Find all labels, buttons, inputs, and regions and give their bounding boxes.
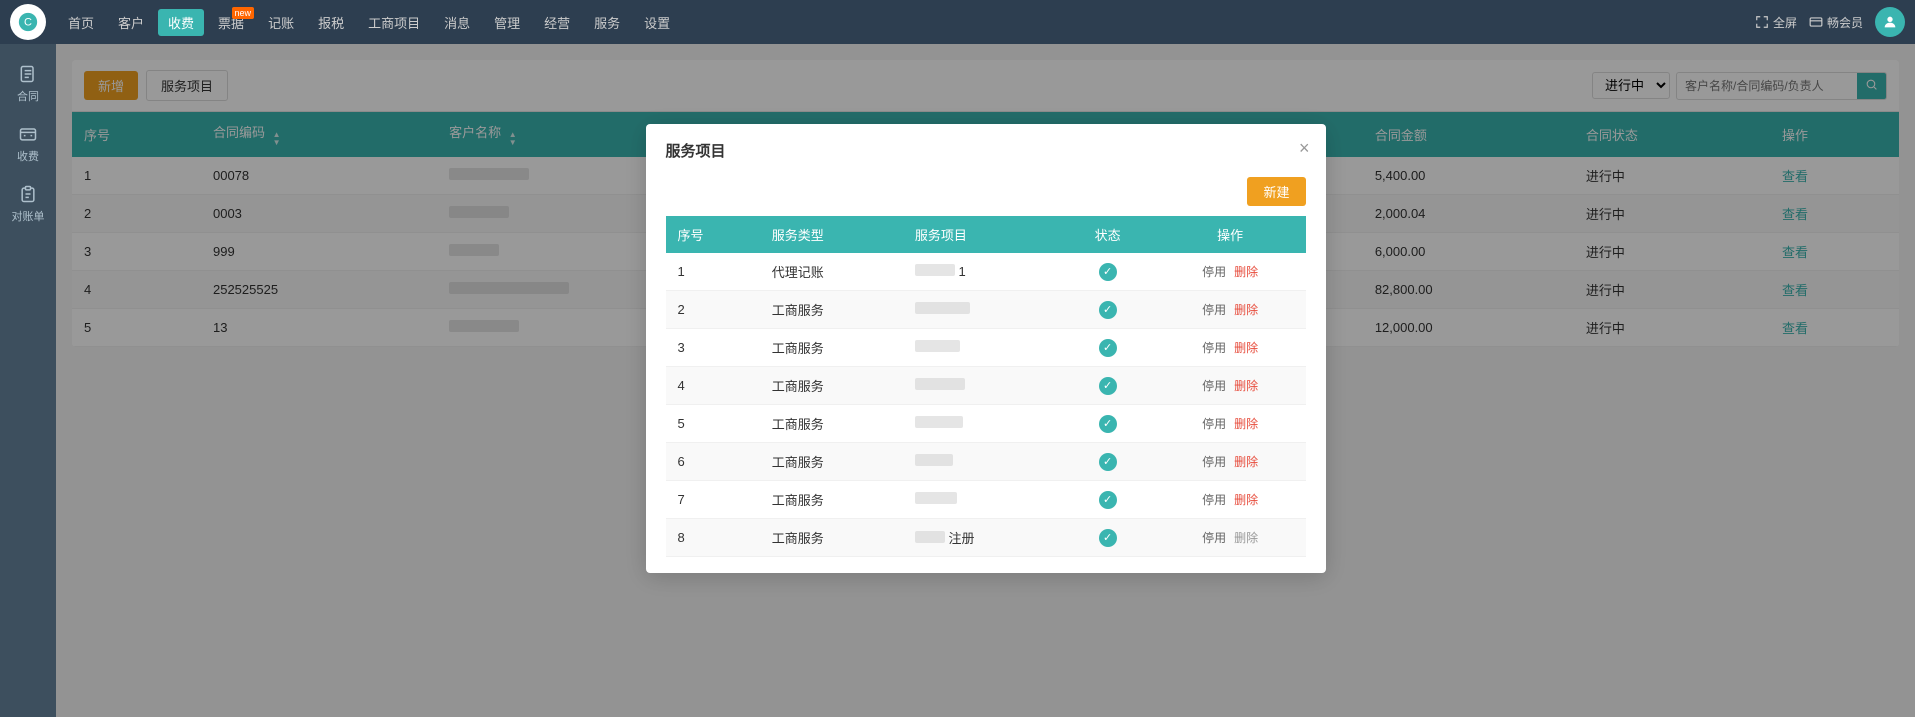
status-check-icon xyxy=(1099,301,1117,319)
list-item: 6 工商服务 停用 删除 xyxy=(666,443,1306,481)
modal-toolbar: 新建 xyxy=(646,169,1326,216)
list-item: 3 工商服务 停用 删除 xyxy=(666,329,1306,367)
top-nav: C 首页 客户 收费 票据 new 记账 报税 工商项目 消息 管理 经营 服务… xyxy=(0,0,1915,44)
nav-operation[interactable]: 经营 xyxy=(534,9,580,36)
modal-header: 服务项目 × xyxy=(646,124,1326,169)
stop-button[interactable]: 停用 xyxy=(1202,301,1226,318)
service-table: 序号 服务类型 服务项目 状态 操作 1 代理记账 1 xyxy=(666,216,1306,557)
stop-button[interactable]: 停用 xyxy=(1202,491,1226,508)
layout: 合同 收费 对账单 新增 服务项目 进行中 已完成 xyxy=(0,44,1915,717)
sidebar-fee-label: 收费 xyxy=(17,148,39,164)
list-item: 4 工商服务 停用 删除 xyxy=(666,367,1306,405)
stop-button[interactable]: 停用 xyxy=(1202,339,1226,356)
mth-type: 服务类型 xyxy=(760,216,903,253)
sidebar-item-statement[interactable]: 对账单 xyxy=(0,174,56,234)
modal-new-button[interactable]: 新建 xyxy=(1247,177,1305,206)
nav-fee[interactable]: 收费 xyxy=(158,9,204,36)
main-content: 新增 服务项目 进行中 已完成 已终止 xyxy=(56,44,1915,717)
svg-text:C: C xyxy=(24,17,32,29)
new-badge: new xyxy=(232,7,255,19)
nav-service[interactable]: 服务 xyxy=(584,9,630,36)
status-check-icon xyxy=(1099,453,1117,471)
stop-button[interactable]: 停用 xyxy=(1202,415,1226,432)
service-modal: 服务项目 × 新建 序号 服务类型 服务项目 状态 xyxy=(646,124,1326,573)
list-item: 2 工商服务 停用 删除 xyxy=(666,291,1306,329)
sidebar: 合同 收费 对账单 xyxy=(0,44,56,717)
nav-biz[interactable]: 工商项目 xyxy=(358,9,430,36)
mth-status: 状态 xyxy=(1060,216,1154,253)
sidebar-statement-label: 对账单 xyxy=(12,208,45,224)
list-item: 5 工商服务 停用 删除 xyxy=(666,405,1306,443)
delete-button[interactable]: 删除 xyxy=(1234,491,1258,508)
nav-msg[interactable]: 消息 xyxy=(434,9,480,36)
modal-close-button[interactable]: × xyxy=(1299,138,1310,159)
status-check-icon xyxy=(1099,263,1117,281)
app-logo: C xyxy=(10,4,46,40)
status-check-icon xyxy=(1099,491,1117,509)
member-button[interactable]: 畅会员 xyxy=(1809,14,1863,31)
stop-button[interactable]: 停用 xyxy=(1202,263,1226,280)
stop-button[interactable]: 停用 xyxy=(1202,453,1226,470)
nav-home[interactable]: 首页 xyxy=(58,9,104,36)
status-check-icon xyxy=(1099,377,1117,395)
modal-overlay: 服务项目 × 新建 序号 服务类型 服务项目 状态 xyxy=(56,44,1915,717)
list-item: 1 代理记账 1 停用 删除 xyxy=(666,253,1306,291)
status-check-icon xyxy=(1099,415,1117,433)
delete-button[interactable]: 删除 xyxy=(1234,453,1258,470)
list-item: 8 工商服务 注册 停用 删除 xyxy=(666,519,1306,557)
mth-op: 操作 xyxy=(1155,216,1306,253)
status-check-icon xyxy=(1099,529,1117,547)
fullscreen-button[interactable]: 全屏 xyxy=(1755,14,1797,31)
nav-manage[interactable]: 管理 xyxy=(484,9,530,36)
nav-invoice[interactable]: 票据 new xyxy=(208,9,254,36)
delete-button[interactable]: 删除 xyxy=(1234,339,1258,356)
sidebar-item-contract[interactable]: 合同 xyxy=(0,54,56,114)
delete-button[interactable]: 删除 xyxy=(1234,301,1258,318)
delete-button[interactable]: 删除 xyxy=(1234,377,1258,394)
status-check-icon xyxy=(1099,339,1117,357)
avatar[interactable] xyxy=(1875,7,1905,37)
delete-button[interactable]: 删除 xyxy=(1234,415,1258,432)
nav-customer[interactable]: 客户 xyxy=(108,9,154,36)
sidebar-item-fee[interactable]: 收费 xyxy=(0,114,56,174)
fullscreen-label: 全屏 xyxy=(1773,14,1797,31)
delete-button[interactable]: 删除 xyxy=(1234,529,1258,546)
nav-tax[interactable]: 报税 xyxy=(308,9,354,36)
sidebar-contract-label: 合同 xyxy=(17,88,39,104)
delete-button[interactable]: 删除 xyxy=(1234,263,1258,280)
stop-button[interactable]: 停用 xyxy=(1202,377,1226,394)
list-item: 7 工商服务 停用 删除 xyxy=(666,481,1306,519)
nav-bookkeeping[interactable]: 记账 xyxy=(258,9,304,36)
stop-button[interactable]: 停用 xyxy=(1202,529,1226,546)
nav-right: 全屏 畅会员 xyxy=(1755,7,1905,37)
nav-items: 首页 客户 收费 票据 new 记账 报税 工商项目 消息 管理 经营 服务 设… xyxy=(58,9,1755,36)
nav-settings[interactable]: 设置 xyxy=(634,9,680,36)
member-label: 畅会员 xyxy=(1827,14,1863,31)
modal-title: 服务项目 xyxy=(666,140,726,161)
mth-item: 服务项目 xyxy=(903,216,1061,253)
modal-table-wrap: 序号 服务类型 服务项目 状态 操作 1 代理记账 1 xyxy=(646,216,1326,573)
mth-seq: 序号 xyxy=(666,216,760,253)
